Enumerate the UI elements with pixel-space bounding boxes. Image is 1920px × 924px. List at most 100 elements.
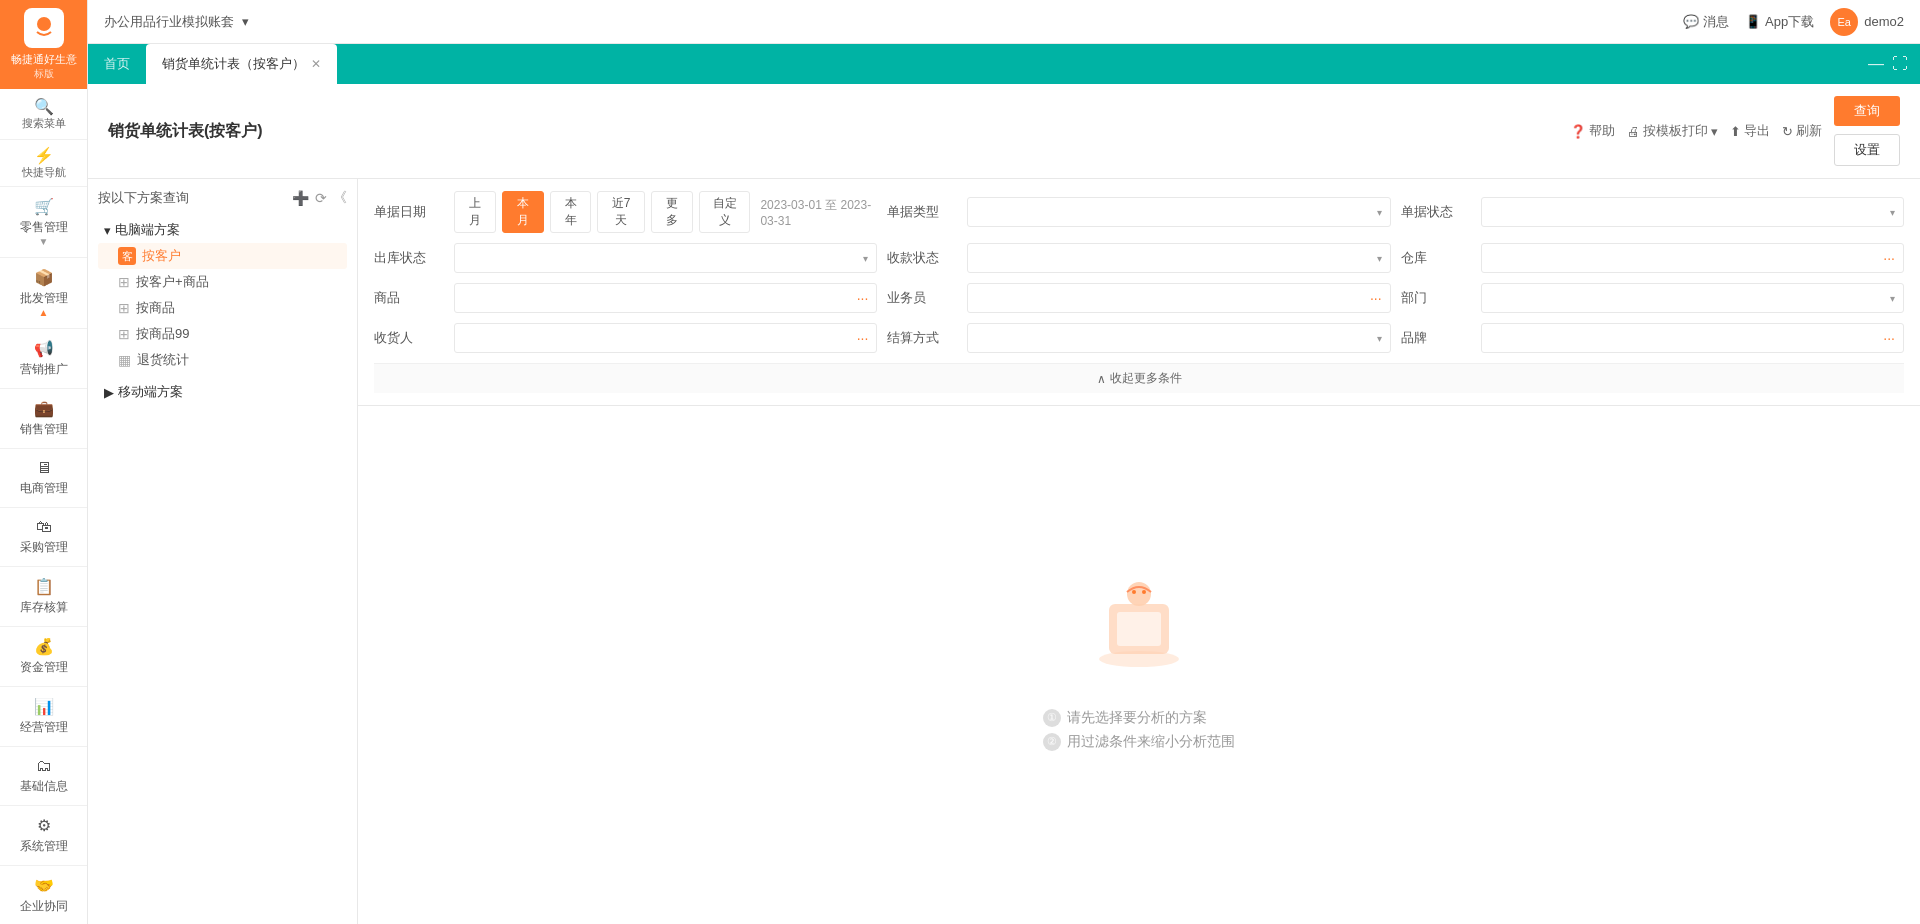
page-header: 销货单统计表(按客户) ❓ 帮助 🖨 按模板打印 ▾ ⬆ 导出 ↻ 刷新 bbox=[88, 84, 1920, 179]
brand-more: ··· bbox=[1883, 330, 1895, 346]
tab-sales-stat[interactable]: 销货单统计表（按客户） ✕ bbox=[146, 44, 337, 84]
message-btn[interactable]: 💬 消息 bbox=[1683, 13, 1729, 31]
print-label: 按模板打印 bbox=[1643, 122, 1708, 140]
tree-item-by-customer-goods[interactable]: ⊞ 按客户+商品 bbox=[98, 269, 347, 295]
return-stat-icon: ▦ bbox=[118, 352, 131, 368]
receiver-cell: 收货人 ··· bbox=[374, 323, 877, 353]
logo[interactable]: 畅捷通好生意 标版 bbox=[0, 0, 87, 89]
sidebar-item-purchase[interactable]: 🛍 采购管理 bbox=[0, 508, 87, 567]
settlement-label: 结算方式 bbox=[887, 329, 967, 347]
export-btn[interactable]: ⬆ 导出 bbox=[1730, 122, 1770, 140]
date-btn-last-7days[interactable]: 近7天 bbox=[597, 191, 644, 233]
add-scheme-btn[interactable]: ➕ bbox=[292, 190, 309, 206]
settlement-arrow: ▾ bbox=[1377, 333, 1382, 344]
refresh-scheme-btn[interactable]: ⟳ bbox=[315, 190, 327, 206]
by-customer-goods-label: 按客户+商品 bbox=[136, 273, 209, 291]
purchase-icon: 🛍 bbox=[36, 518, 52, 536]
top-bar-right: 💬 消息 📱 App下载 Ea demo2 bbox=[1683, 8, 1904, 36]
print-btn[interactable]: 🖨 按模板打印 ▾ bbox=[1627, 122, 1718, 140]
sidebar-item-search[interactable]: 🔍 搜索菜单 bbox=[0, 89, 87, 140]
doc-status-field[interactable]: ▾ bbox=[1481, 197, 1904, 227]
page-actions: ❓ 帮助 🖨 按模板打印 ▾ ⬆ 导出 ↻ 刷新 查询 bbox=[1570, 96, 1900, 166]
out-status-cell: 出库状态 ▾ bbox=[374, 243, 877, 273]
svg-point-5 bbox=[1132, 590, 1136, 594]
sidebar-item-basic[interactable]: 🗂 基础信息 bbox=[0, 747, 87, 806]
sidebar-item-system[interactable]: ⚙ 系统管理 bbox=[0, 806, 87, 866]
basic-label: 基础信息 bbox=[20, 778, 68, 795]
main-area: 办公用品行业模拟账套 ▾ 💬 消息 📱 App下载 Ea demo2 首页 销货… bbox=[88, 0, 1920, 924]
by-goods-icon: ⊞ bbox=[118, 300, 130, 316]
tree-section-mobile: ▶ 移动端方案 bbox=[98, 379, 347, 405]
system-label: 系统管理 bbox=[20, 838, 68, 855]
logo-subtitle: 标版 bbox=[34, 67, 54, 81]
sidebar-item-sales[interactable]: 💼 销售管理 bbox=[0, 389, 87, 449]
help-btn[interactable]: ❓ 帮助 bbox=[1570, 122, 1615, 140]
sidebar: 畅捷通好生意 标版 🔍 搜索菜单 ⚡ 快捷导航 🛒 零售管理 ▼ 📦 批发管理 … bbox=[0, 0, 88, 924]
receiver-field[interactable]: ··· bbox=[454, 323, 877, 353]
tree-parent-mobile[interactable]: ▶ 移动端方案 bbox=[98, 379, 347, 405]
out-status-field[interactable]: ▾ bbox=[454, 243, 877, 273]
tree-item-by-goods[interactable]: ⊞ 按商品 bbox=[98, 295, 347, 321]
sidebar-item-finance[interactable]: 💰 资金管理 bbox=[0, 627, 87, 687]
date-btn-custom[interactable]: 自定义 bbox=[699, 191, 751, 233]
dept-field[interactable]: ▾ bbox=[1481, 283, 1904, 313]
brand-label: 品牌 bbox=[1401, 329, 1481, 347]
date-btn-last-month[interactable]: 上月 bbox=[454, 191, 496, 233]
tab-close-icon[interactable]: ✕ bbox=[311, 57, 321, 71]
payment-status-label: 收款状态 bbox=[887, 249, 967, 267]
tree-item-by-goods-99[interactable]: ⊞ 按商品99 bbox=[98, 321, 347, 347]
export-icon: ⬆ bbox=[1730, 124, 1741, 139]
sidebar-item-retail[interactable]: 🛒 零售管理 ▼ bbox=[0, 187, 87, 258]
tab-bar: 首页 销货单统计表（按客户） ✕ — ⛶ bbox=[88, 44, 1920, 84]
tree-section-pc: ▾ 电脑端方案 客 按客户 ⊞ 按客户+商品 ⊞ 按商品 bbox=[98, 217, 347, 373]
doc-type-field[interactable]: ▾ bbox=[967, 197, 1390, 227]
collapse-bar[interactable]: ∧ 收起更多条件 bbox=[374, 363, 1904, 393]
warehouse-field[interactable]: ··· bbox=[1481, 243, 1904, 273]
sidebar-item-ecommerce[interactable]: 🖥 电商管理 bbox=[0, 449, 87, 508]
tab-minimize-btn[interactable]: — bbox=[1868, 55, 1884, 73]
sidebar-item-inventory[interactable]: 📋 库存核算 bbox=[0, 567, 87, 627]
goods-field[interactable]: ··· bbox=[454, 283, 877, 313]
doc-type-arrow: ▾ bbox=[1377, 207, 1382, 218]
settings-button[interactable]: 设置 bbox=[1834, 134, 1900, 166]
purchase-label: 采购管理 bbox=[20, 539, 68, 556]
goods-cell: 商品 ··· bbox=[374, 283, 877, 313]
date-range: 2023-03-01 至 2023-03-31 bbox=[760, 197, 877, 228]
basic-icon: 🗂 bbox=[36, 757, 52, 775]
query-button[interactable]: 查询 bbox=[1834, 96, 1900, 126]
user-info[interactable]: Ea demo2 bbox=[1830, 8, 1904, 36]
date-btn-this-year[interactable]: 本年 bbox=[550, 191, 592, 233]
tree-parent-pc[interactable]: ▾ 电脑端方案 bbox=[98, 217, 347, 243]
collapse-icon: ∧ bbox=[1097, 372, 1106, 386]
date-btn-more[interactable]: 更多 bbox=[651, 191, 693, 233]
sidebar-item-business[interactable]: 📊 经营管理 bbox=[0, 687, 87, 747]
payment-status-field[interactable]: ▾ bbox=[967, 243, 1390, 273]
refresh-btn[interactable]: ↻ 刷新 bbox=[1782, 122, 1822, 140]
staff-more: ··· bbox=[1370, 290, 1382, 306]
sidebar-item-enterprise[interactable]: 🤝 企业协同 bbox=[0, 866, 87, 924]
app-download-btn[interactable]: 📱 App下载 bbox=[1745, 13, 1814, 31]
by-goods-99-icon: ⊞ bbox=[118, 326, 130, 342]
empty-text: ① 请先选择要分析的方案 ② 用过滤条件来缩小分析范围 bbox=[1043, 709, 1235, 757]
sidebar-item-wholesale[interactable]: 📦 批发管理 ▲ bbox=[0, 258, 87, 329]
settlement-field[interactable]: ▾ bbox=[967, 323, 1390, 353]
goods-more: ··· bbox=[857, 290, 869, 306]
step2-num: ② bbox=[1043, 733, 1061, 751]
download-icon: 📱 bbox=[1745, 14, 1761, 29]
tab-home[interactable]: 首页 bbox=[88, 44, 146, 84]
tree-item-by-customer[interactable]: 客 按客户 bbox=[98, 243, 347, 269]
staff-field[interactable]: ··· bbox=[967, 283, 1390, 313]
collapse-panel-btn[interactable]: 《 bbox=[333, 189, 347, 207]
system-icon: ⚙ bbox=[37, 816, 51, 835]
sales-tab-label: 销货单统计表（按客户） bbox=[162, 55, 305, 73]
sidebar-item-quicknav[interactable]: ⚡ 快捷导航 bbox=[0, 140, 87, 187]
date-btn-this-month[interactable]: 本月 bbox=[502, 191, 544, 233]
tab-maximize-btn[interactable]: ⛶ bbox=[1892, 55, 1908, 73]
brand-field[interactable]: ··· bbox=[1481, 323, 1904, 353]
user-name: demo2 bbox=[1864, 14, 1904, 29]
tree-item-return-stat[interactable]: ▦ 退货统计 bbox=[98, 347, 347, 373]
message-icon: 💬 bbox=[1683, 14, 1699, 29]
out-status-label: 出库状态 bbox=[374, 249, 454, 267]
sidebar-item-marketing[interactable]: 📢 营销推广 bbox=[0, 329, 87, 389]
receiver-more: ··· bbox=[857, 330, 869, 346]
